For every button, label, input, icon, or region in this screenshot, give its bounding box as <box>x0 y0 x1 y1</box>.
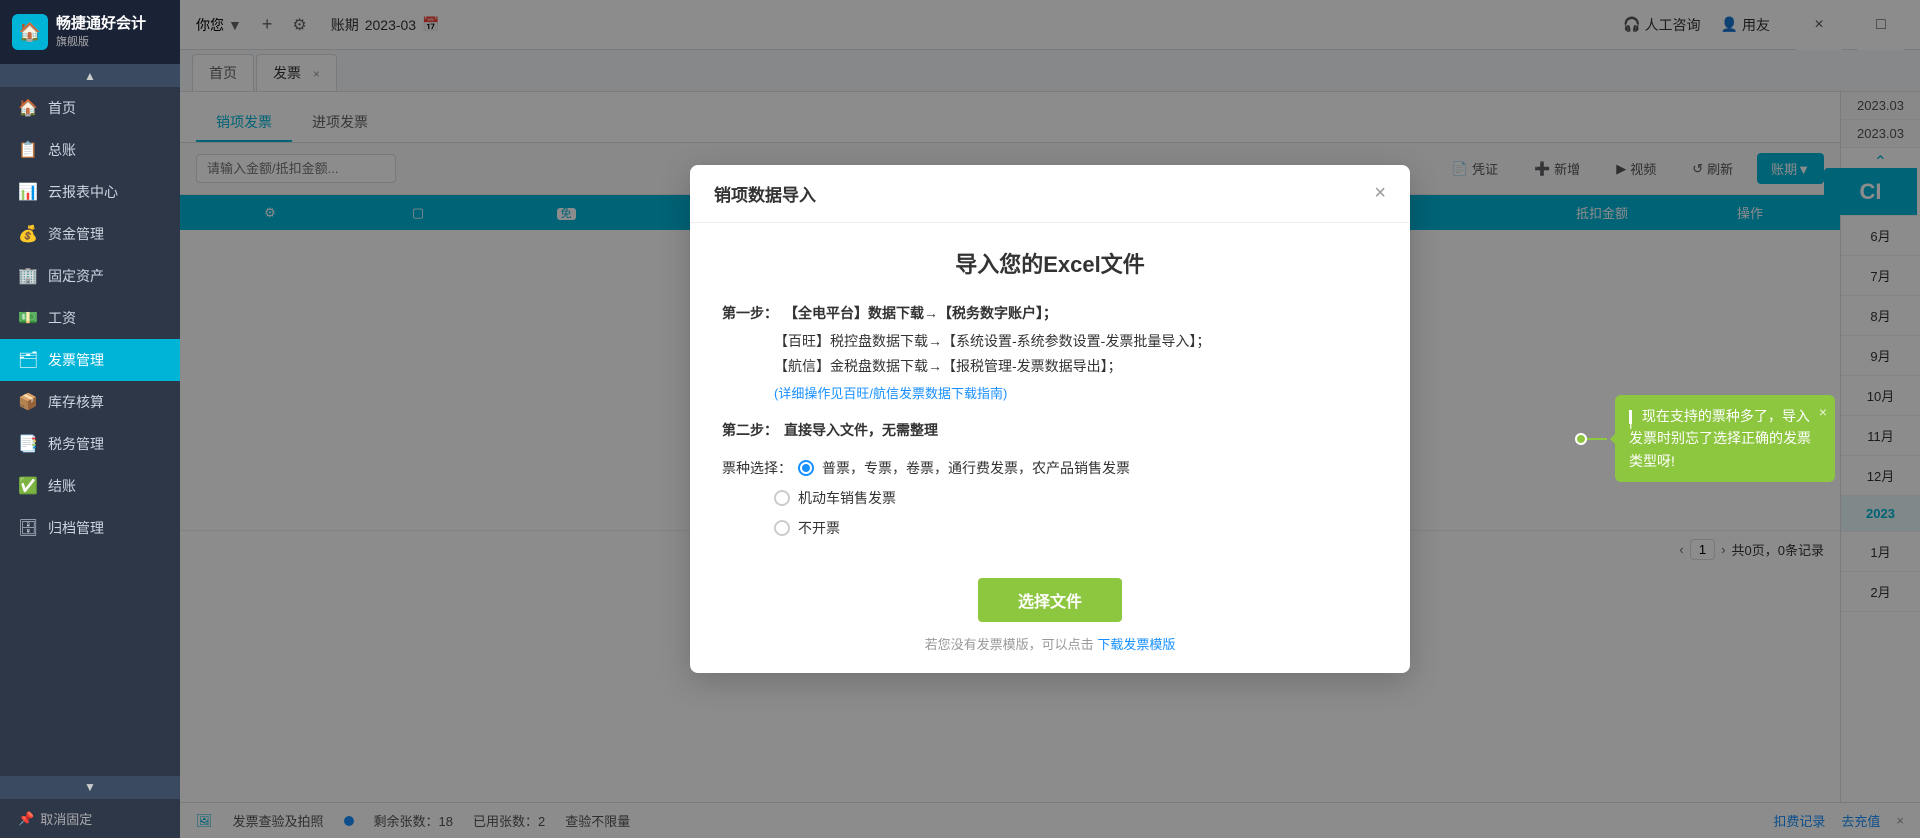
tooltip-dot <box>1575 433 1587 445</box>
download-template-link[interactable]: 下载发票模版 <box>1097 637 1175 652</box>
sidebar-item-archive[interactable]: 🗄 归档管理 <box>0 507 180 549</box>
sidebar-item-inventory[interactable]: 📦 库存核算 <box>0 381 180 423</box>
sidebar-item-label-tax: 税务管理 <box>48 434 104 454</box>
radio-no-invoice-circle <box>774 520 790 536</box>
radio-group: 机动车销售发票 不开票 <box>774 488 1378 538</box>
radio-motor[interactable]: 机动车销售发票 <box>774 488 1378 508</box>
salary-icon: 💵 <box>18 308 38 328</box>
step1-label-text: 第一步： <box>722 303 778 323</box>
radio-normal[interactable]: 普票，专票，卷票，通行费发票，农产品销售发票 <box>798 458 1130 478</box>
step1-link[interactable]: (详细操作见百旺/航信发票数据下载指南) <box>774 383 1378 402</box>
sidebar-item-settle[interactable]: ✅ 结账 <box>0 465 180 507</box>
step2-label-text: 第二步： <box>722 420 778 440</box>
radio-no-invoice-label: 不开票 <box>798 518 840 538</box>
modal-body: 导入您的Excel文件 第一步： 【全电平台】数据下载→【税务数字账户】； 【百… <box>690 223 1410 562</box>
ledger-icon: 📋 <box>18 140 38 160</box>
tax-icon: 📑 <box>18 434 38 454</box>
ticket-select-label: 票种选择： 普票，专票，卷票，通行费发票，农产品销售发票 <box>722 458 1378 478</box>
radio-normal-circle <box>798 460 814 476</box>
sidebar-item-label-report: 云报表中心 <box>48 182 118 202</box>
sidebar-item-ledger[interactable]: 📋 总账 <box>0 129 180 171</box>
invoice-icon: 🗂 <box>18 350 38 370</box>
step1-section: 第一步： 【全电平台】数据下载→【税务数字账户】； 【百旺】税控盘数据下载→【系… <box>722 303 1378 402</box>
pin-icon: 📌 <box>18 811 34 827</box>
sidebar-item-label-salary: 工资 <box>48 308 76 328</box>
sidebar-item-tax[interactable]: 📑 税务管理 <box>0 423 180 465</box>
sidebar: 🏠 畅捷通好会计 旗舰版 ▲ 🏠 首页 📋 总账 📊 云报表中心 💰 资金管 <box>0 0 180 838</box>
ticket-select-label-text: 票种选择： <box>722 458 792 478</box>
radio-motor-label: 机动车销售发票 <box>798 488 896 508</box>
radio-normal-label: 普票，专票，卷票，通行费发票，农产品销售发票 <box>822 458 1130 478</box>
sidebar-item-label-home: 首页 <box>48 98 76 118</box>
sidebar-item-label-ledger: 总账 <box>48 140 76 160</box>
sidebar-item-fund[interactable]: 💰 资金管理 <box>0 213 180 255</box>
cancel-pin-label: 取消固定 <box>40 809 92 828</box>
ticket-select-section: 票种选择： 普票，专票，卷票，通行费发票，农产品销售发票 <box>722 458 1378 538</box>
radio-motor-circle <box>774 490 790 506</box>
sidebar-scroll: 🏠 首页 📋 总账 📊 云报表中心 💰 资金管理 🏢 固定资产 💵 工资 <box>0 87 180 776</box>
sidebar-scroll-down[interactable]: ▼ <box>0 776 180 798</box>
sidebar-item-label-archive: 归档管理 <box>48 518 104 538</box>
sidebar-scroll-up[interactable]: ▲ <box>0 65 180 87</box>
cancel-pin-btn[interactable]: 📌 取消固定 <box>0 798 180 838</box>
radio-no-invoice[interactable]: 不开票 <box>774 518 1378 538</box>
sidebar-item-home[interactable]: 🏠 首页 <box>0 87 180 129</box>
modal-title: 销项数据导入 <box>714 181 816 206</box>
inventory-icon: 📦 <box>18 392 38 412</box>
step1-line2: 【百旺】税控盘数据下载→【系统设置-系统参数设置-发票批量导入】； <box>774 329 1378 354</box>
modal-header: 销项数据导入 × <box>690 165 1410 223</box>
fund-icon: 💰 <box>18 224 38 244</box>
archive-icon: 🗄 <box>18 518 38 538</box>
step2-text: 直接导入文件，无需整理 <box>784 420 938 440</box>
download-note-text: 若您没有发票模版，可以点击 <box>925 637 1094 652</box>
step2-section: 第二步： 直接导入文件，无需整理 <box>722 420 1378 440</box>
step2-label: 第二步： 直接导入文件，无需整理 <box>722 420 1378 440</box>
logo-icon: 🏠 <box>12 14 48 50</box>
logo-text-area: 畅捷通好会计 旗舰版 <box>56 15 146 49</box>
sidebar-item-label-inventory: 库存核算 <box>48 392 104 412</box>
tooltip-text: 现在支持的票种多了，导入发票时别忘了选择正确的发票类型呀! <box>1629 408 1811 469</box>
logo-name: 畅捷通好会计 <box>56 15 146 33</box>
report-icon: 📊 <box>18 182 38 202</box>
download-template-area: 若您没有发票模版，可以点击 下载发票模版 <box>925 634 1176 653</box>
radio-normal-dot <box>802 464 810 472</box>
sidebar-item-salary[interactable]: 💵 工资 <box>0 297 180 339</box>
step1-line3: 【航信】金税盘数据下载→【报税管理-发票数据导出】； <box>774 354 1378 379</box>
modal-overlay: 销项数据导入 × 导入您的Excel文件 第一步： 【全电平台】数据下载→【税务… <box>180 0 1920 838</box>
sidebar-item-label-invoice: 发票管理 <box>48 350 104 370</box>
step1-label: 第一步： 【全电平台】数据下载→【税务数字账户】； <box>722 303 1378 323</box>
main-area: 你您 ▼ + ⚙ 账期 2023-03 📅 🎧 人工咨询 👤 用友 <box>180 0 1920 838</box>
sidebar-item-label-settle: 结账 <box>48 476 76 496</box>
modal-main-title: 导入您的Excel文件 <box>722 247 1378 279</box>
tooltip-close-btn[interactable]: × <box>1819 401 1827 423</box>
sidebar-item-invoice[interactable]: 🗂 发票管理 <box>0 339 180 381</box>
sidebar-item-label-fund: 资金管理 <box>48 224 104 244</box>
app-layout: 🏠 畅捷通好会计 旗舰版 ▲ 🏠 首页 📋 总账 📊 云报表中心 💰 资金管 <box>0 0 1920 838</box>
sidebar-logo: 🏠 畅捷通好会计 旗舰版 <box>0 0 180 65</box>
modal-close-btn[interactable]: × <box>1374 182 1386 205</box>
step1-line1: 【全电平台】数据下载→【税务数字账户】； <box>784 303 1057 323</box>
sidebar-item-asset[interactable]: 🏢 固定资产 <box>0 255 180 297</box>
sidebar-item-report[interactable]: 📊 云报表中心 <box>0 171 180 213</box>
tooltip-box: × | 现在支持的票种多了，导入发票时别忘了选择正确的发票类型呀! <box>1615 395 1835 482</box>
asset-icon: 🏢 <box>18 266 38 286</box>
tooltip-bar: | <box>1629 410 1632 424</box>
logo-version: 旗舰版 <box>56 33 146 49</box>
select-file-btn[interactable]: 选择文件 <box>978 578 1122 622</box>
modal-dialog: 销项数据导入 × 导入您的Excel文件 第一步： 【全电平台】数据下载→【税务… <box>690 165 1410 673</box>
sidebar-item-label-asset: 固定资产 <box>48 266 104 286</box>
step1-content: 【百旺】税控盘数据下载→【系统设置-系统参数设置-发票批量导入】； 【航信】金税… <box>774 329 1378 402</box>
modal-footer: 选择文件 若您没有发票模版，可以点击 下载发票模版 <box>690 562 1410 673</box>
home-icon: 🏠 <box>18 98 38 118</box>
settle-icon: ✅ <box>18 476 38 496</box>
